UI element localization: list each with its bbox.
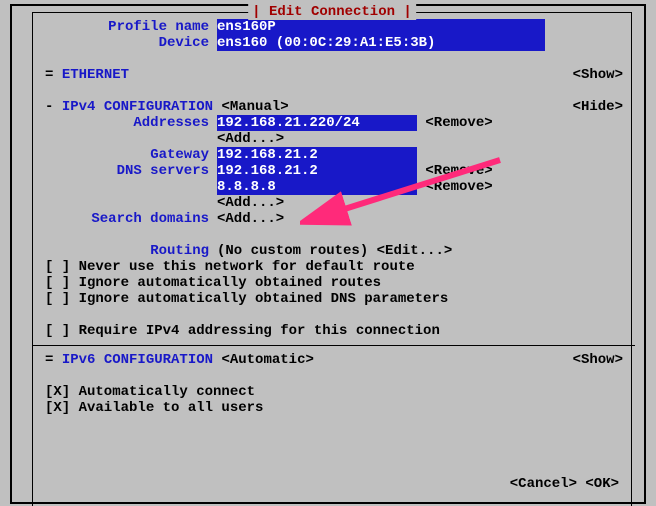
routing-label: Routing bbox=[45, 243, 209, 259]
address-input-0[interactable]: 192.168.21.220/24 bbox=[217, 115, 417, 131]
ignore-auto-routes-checkbox[interactable]: [ ] Ignore automatically obtained routes bbox=[45, 275, 623, 291]
gateway-input[interactable]: 192.168.21.2 bbox=[217, 147, 417, 163]
routing-value: (No custom routes) bbox=[217, 243, 368, 259]
dns-input-0[interactable]: 192.168.21.2 bbox=[217, 163, 417, 179]
search-domains-add-button[interactable]: <Add...> bbox=[217, 211, 284, 227]
ipv4-mode-select[interactable]: <Manual> bbox=[221, 99, 288, 115]
address-add-button[interactable]: <Add...> bbox=[217, 131, 284, 147]
ethernet-section-label: ETHERNET bbox=[62, 67, 129, 83]
dns-add-button[interactable]: <Add...> bbox=[217, 195, 284, 211]
routing-edit-button[interactable]: <Edit...> bbox=[377, 243, 453, 259]
device-input[interactable]: ens160 (00:0C:29:A1:E5:3B) bbox=[217, 35, 545, 51]
ipv4-hide-button[interactable]: <Hide> bbox=[573, 99, 623, 115]
profile-name-input[interactable]: ens160P bbox=[217, 19, 545, 35]
ethernet-show-button[interactable]: <Show> bbox=[573, 67, 623, 83]
dns-remove-0[interactable]: <Remove> bbox=[425, 163, 492, 179]
ipv4-prefix: - bbox=[45, 99, 53, 115]
ipv6-section-label: IPv6 CONFIGURATION bbox=[62, 352, 213, 368]
cancel-button[interactable]: <Cancel> bbox=[510, 476, 577, 492]
ok-button[interactable]: <OK> bbox=[585, 476, 619, 492]
available-all-users-checkbox[interactable]: [X] Available to all users bbox=[45, 400, 623, 416]
device-label: Device bbox=[45, 35, 209, 51]
ignore-auto-dns-checkbox[interactable]: [ ] Ignore automatically obtained DNS pa… bbox=[45, 291, 623, 307]
dns-input-1[interactable]: 8.8.8.8 bbox=[217, 179, 417, 195]
edit-connection-panel: | Edit Connection | Profile name ens160P… bbox=[32, 12, 632, 506]
address-remove-0[interactable]: <Remove> bbox=[425, 115, 492, 131]
profile-name-label: Profile name bbox=[45, 19, 209, 35]
ipv6-mode-select[interactable]: <Automatic> bbox=[221, 352, 313, 368]
require-ipv4-checkbox[interactable]: [ ] Require IPv4 addressing for this con… bbox=[45, 323, 623, 339]
ipv4-section-label: IPv4 CONFIGURATION bbox=[62, 99, 213, 115]
ipv6-show-button[interactable]: <Show> bbox=[573, 352, 623, 368]
ethernet-prefix: = bbox=[45, 67, 53, 83]
dns-remove-1[interactable]: <Remove> bbox=[425, 179, 492, 195]
panel-title: | Edit Connection | bbox=[248, 4, 416, 20]
auto-connect-checkbox[interactable]: [X] Automatically connect bbox=[45, 384, 623, 400]
ipv6-prefix: = bbox=[45, 352, 53, 368]
search-domains-label: Search domains bbox=[45, 211, 209, 227]
never-default-route-checkbox[interactable]: [ ] Never use this network for default r… bbox=[45, 259, 623, 275]
gateway-label: Gateway bbox=[45, 147, 209, 163]
dns-label: DNS servers bbox=[45, 163, 209, 179]
addresses-label: Addresses bbox=[45, 115, 209, 131]
